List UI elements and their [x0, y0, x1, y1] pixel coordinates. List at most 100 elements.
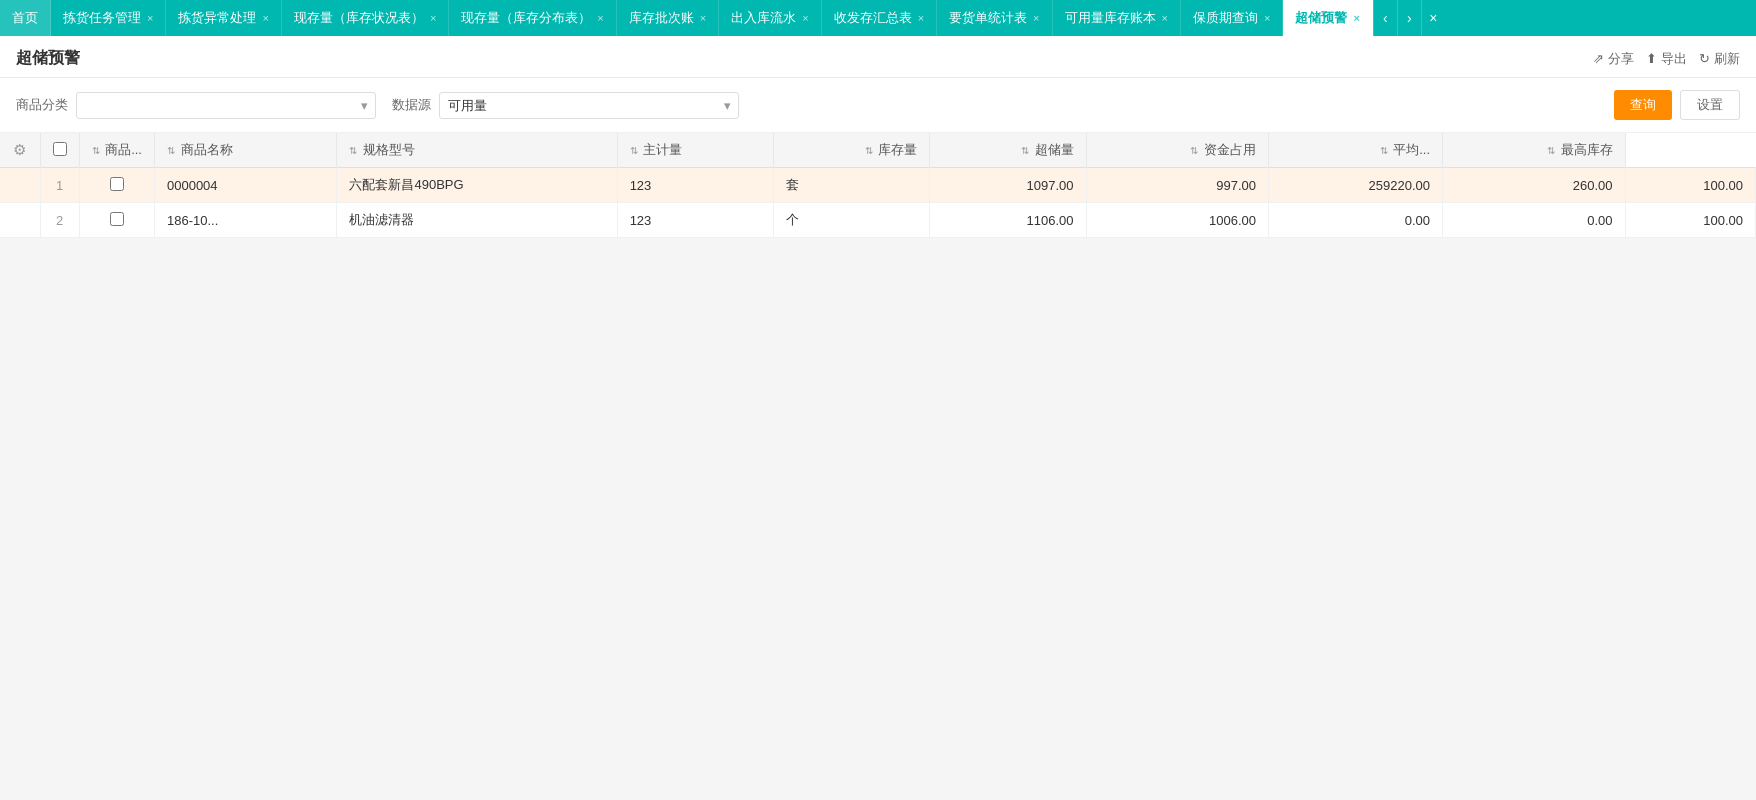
nav-close-demand[interactable]: × [1033, 0, 1039, 36]
row-avg: 0.00 [1443, 203, 1625, 238]
table-row: 2186-10...机油滤清器123个1106.001006.000.000.0… [0, 203, 1756, 238]
col-header-max-stock[interactable]: ⇅ 最高库存 [1443, 133, 1625, 168]
row-stock: 1106.00 [930, 203, 1086, 238]
sort-icon-stock: ⇅ [865, 145, 873, 156]
col-header-overstock[interactable]: ⇅ 超储量 [930, 133, 1086, 168]
sort-icon-overstock: ⇅ [1021, 145, 1029, 156]
row-spec: 123 [617, 168, 773, 203]
row-stock: 1097.00 [930, 168, 1086, 203]
row-checkbox[interactable] [110, 212, 124, 226]
nav-item-overstock[interactable]: 超储预警 × [1283, 0, 1372, 36]
nav-close-shelf-life[interactable]: × [1264, 0, 1270, 36]
nav-item-batch[interactable]: 库存批次账 × [617, 0, 719, 36]
row-max-stock: 100.00 [1625, 168, 1755, 203]
nav-close-inout[interactable]: × [802, 0, 808, 36]
row-overstock: 1006.00 [1086, 203, 1268, 238]
nav-close-task-mgmt[interactable]: × [147, 0, 153, 36]
table-body: 10000004六配套新昌490BPG123套1097.00997.002592… [0, 168, 1756, 238]
filter-actions: 查询 设置 [1614, 90, 1740, 120]
table-header-row: ⚙ ⇅ 商品... ⇅ 商品名称 ⇅ 规格型号 [0, 133, 1756, 168]
datasource-select[interactable]: 可用量 [439, 92, 739, 119]
category-select-wrapper [76, 92, 376, 119]
nav-item-stock-status[interactable]: 现存量（库存状况表） × [282, 0, 449, 36]
row-index: 2 [40, 203, 79, 238]
nav-close-recv-send[interactable]: × [918, 0, 924, 36]
col-header-code[interactable]: ⇅ 商品... [79, 133, 154, 168]
nav-close-stock-dist[interactable]: × [597, 0, 603, 36]
row-checkbox-cell [79, 203, 154, 238]
nav-close-avail-stock[interactable]: × [1162, 0, 1168, 36]
sort-icon-max-stock: ⇅ [1547, 145, 1555, 156]
category-label: 商品分类 [16, 96, 68, 114]
page-header: 超储预警 ⇗ 分享 ⬆ 导出 ↻ 刷新 [0, 36, 1756, 78]
refresh-button[interactable]: ↻ 刷新 [1699, 50, 1740, 68]
share-button[interactable]: ⇗ 分享 [1593, 50, 1634, 68]
row-name: 机油滤清器 [337, 203, 617, 238]
category-filter-group: 商品分类 [16, 92, 376, 119]
col-header-settings: ⚙ [0, 133, 40, 168]
nav-close-batch[interactable]: × [700, 0, 706, 36]
table-row: 10000004六配套新昌490BPG123套1097.00997.002592… [0, 168, 1756, 203]
refresh-icon: ↻ [1699, 51, 1710, 66]
col-header-capital[interactable]: ⇅ 资金占用 [1086, 133, 1268, 168]
page-title: 超储预警 [16, 48, 80, 69]
row-name: 六配套新昌490BPG [337, 168, 617, 203]
nav-item-task-mgmt[interactable]: 拣货任务管理 × [51, 0, 166, 36]
header-actions: ⇗ 分享 ⬆ 导出 ↻ 刷新 [1593, 50, 1740, 68]
nav-item-inout[interactable]: 出入库流水 × [719, 0, 821, 36]
category-select[interactable] [76, 92, 376, 119]
nav-item-home[interactable]: 首页 [0, 0, 51, 36]
row-max-stock: 100.00 [1625, 203, 1755, 238]
select-all-checkbox[interactable] [53, 142, 67, 156]
row-overstock: 997.00 [1086, 168, 1268, 203]
export-icon: ⬆ [1646, 51, 1657, 66]
col-header-avg[interactable]: ⇅ 平均... [1268, 133, 1442, 168]
sort-icon-avg: ⇅ [1380, 145, 1388, 156]
col-header-unit[interactable]: ⇅ 主计量 [617, 133, 773, 168]
datasource-filter-group: 数据源 可用量 [392, 92, 739, 119]
page-content: 超储预警 ⇗ 分享 ⬆ 导出 ↻ 刷新 商品分类 [0, 36, 1756, 238]
nav-next-button[interactable]: › [1397, 0, 1421, 36]
row-checkbox[interactable] [110, 177, 124, 191]
row-settings-cell [0, 203, 40, 238]
datasource-select-wrapper: 可用量 [439, 92, 739, 119]
nav-close-all-button[interactable]: × [1421, 0, 1445, 36]
settings-button[interactable]: 设置 [1680, 90, 1740, 120]
table-container: ⚙ ⇅ 商品... ⇅ 商品名称 ⇅ 规格型号 [0, 133, 1756, 238]
sort-icon-code: ⇅ [92, 145, 100, 156]
sort-icon-unit: ⇅ [630, 145, 638, 156]
nav-close-abnormal[interactable]: × [262, 0, 268, 36]
nav-item-demand[interactable]: 要货单统计表 × [937, 0, 1052, 36]
export-button[interactable]: ⬆ 导出 [1646, 50, 1687, 68]
row-index: 1 [40, 168, 79, 203]
row-checkbox-cell [79, 168, 154, 203]
nav-item-avail-stock[interactable]: 可用量库存账本 × [1053, 0, 1181, 36]
data-table: ⚙ ⇅ 商品... ⇅ 商品名称 ⇅ 规格型号 [0, 133, 1756, 238]
row-unit: 个 [773, 203, 929, 238]
nav-close-stock-status[interactable]: × [430, 0, 436, 36]
nav-item-abnormal[interactable]: 拣货异常处理 × [166, 0, 281, 36]
nav-item-recv-send[interactable]: 收发存汇总表 × [822, 0, 937, 36]
query-button[interactable]: 查询 [1614, 90, 1672, 120]
col-header-stock[interactable]: ⇅ 库存量 [773, 133, 929, 168]
row-avg: 260.00 [1443, 168, 1625, 203]
row-capital: 0.00 [1268, 203, 1442, 238]
share-icon: ⇗ [1593, 51, 1604, 66]
top-navigation: 首页 拣货任务管理 × 拣货异常处理 × 现存量（库存状况表） × 现存量（库存… [0, 0, 1756, 36]
nav-close-overstock[interactable]: × [1353, 0, 1359, 36]
col-header-checkbox [40, 133, 79, 168]
table-settings-icon[interactable]: ⚙ [13, 141, 26, 158]
nav-prev-button[interactable]: ‹ [1373, 0, 1397, 36]
sort-icon-spec: ⇅ [349, 145, 357, 156]
datasource-label: 数据源 [392, 96, 431, 114]
col-header-spec[interactable]: ⇅ 规格型号 [337, 133, 617, 168]
nav-item-stock-dist[interactable]: 现存量（库存分布表） × [449, 0, 616, 36]
sort-icon-capital: ⇅ [1190, 145, 1198, 156]
row-code: 186-10... [154, 203, 336, 238]
row-unit: 套 [773, 168, 929, 203]
col-header-name[interactable]: ⇅ 商品名称 [154, 133, 336, 168]
nav-item-shelf-life[interactable]: 保质期查询 × [1181, 0, 1283, 36]
row-spec: 123 [617, 203, 773, 238]
filter-bar: 商品分类 数据源 可用量 查询 设置 [0, 78, 1756, 133]
row-code: 0000004 [154, 168, 336, 203]
